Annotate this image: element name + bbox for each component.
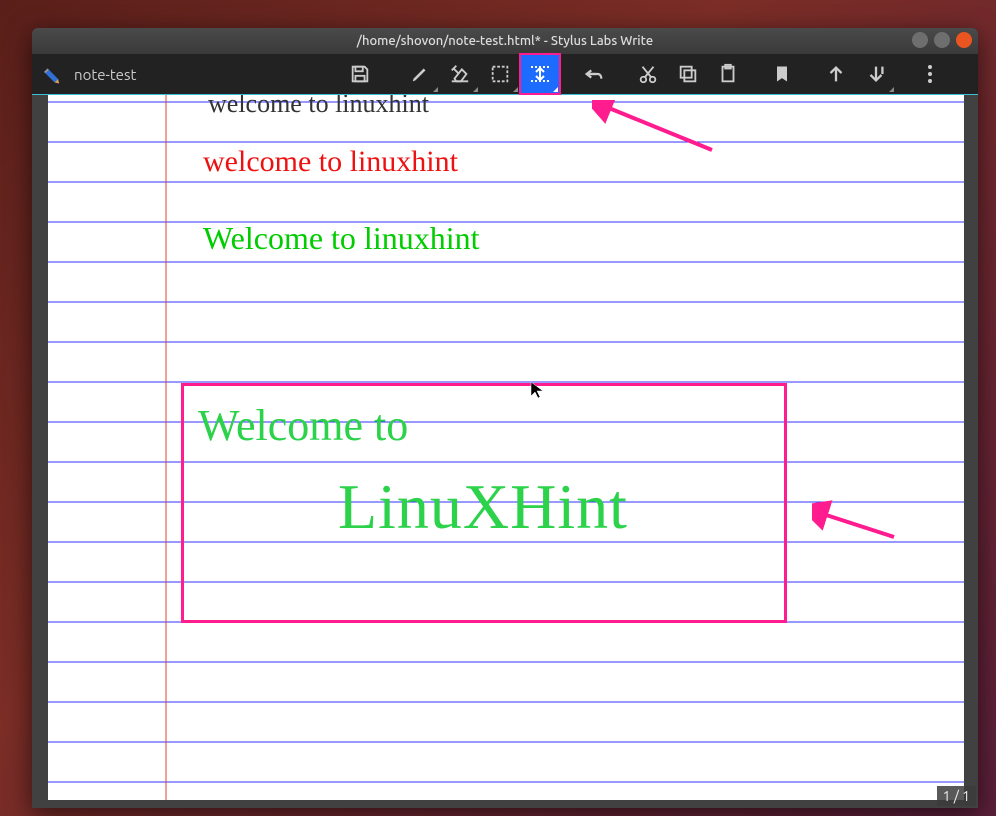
page-counter: 1 / 1 [937, 786, 976, 806]
select-tool-button[interactable] [480, 54, 520, 94]
menu-button[interactable] [910, 54, 950, 94]
paper[interactable]: welcome to linuxhint welcome to linuxhin… [48, 95, 964, 800]
close-button[interactable] [956, 32, 972, 48]
mouse-cursor-icon [530, 381, 544, 403]
handwriting-line-3: Welcome to linuxhint [203, 220, 479, 257]
prev-page-button[interactable] [816, 54, 856, 94]
chevron-down-icon [473, 87, 478, 92]
next-page-button[interactable] [856, 54, 896, 94]
eraser-tool-button[interactable] [440, 54, 480, 94]
svg-text:welcome to linuxhint: welcome to linuxhint [208, 95, 430, 118]
handwriting-selected-bottom: LinuXHint [338, 470, 628, 544]
undo-button[interactable] [574, 54, 614, 94]
minimize-button[interactable] [912, 32, 928, 48]
maximize-button[interactable] [934, 32, 950, 48]
cut-button[interactable] [628, 54, 668, 94]
handwriting-selected-top: Welcome to [198, 400, 408, 451]
pen-tool-button[interactable] [400, 54, 440, 94]
copy-button[interactable] [668, 54, 708, 94]
window-title: /home/shovon/note-test.html* - Stylus La… [357, 34, 653, 48]
app-window: /home/shovon/note-test.html* - Stylus La… [32, 28, 978, 808]
paste-button[interactable] [708, 54, 748, 94]
canvas-area[interactable]: welcome to linuxhint welcome to linuxhin… [32, 95, 978, 808]
handwriting-line-1: welcome to linuxhint [208, 95, 628, 125]
window-controls [912, 32, 972, 48]
chevron-down-icon [513, 87, 518, 92]
chevron-down-icon [433, 87, 438, 92]
chevron-down-icon [889, 87, 894, 92]
document-tab[interactable]: note-test [32, 54, 150, 94]
bookmark-button[interactable] [762, 54, 802, 94]
save-button[interactable] [340, 54, 380, 94]
handwriting-line-2: welcome to linuxhint [203, 145, 458, 179]
toolbar: note-test [32, 54, 978, 95]
document-name: note-test [74, 66, 136, 83]
chevron-down-icon [553, 87, 558, 92]
pencil-icon [42, 60, 70, 88]
titlebar: /home/shovon/note-test.html* - Stylus La… [32, 28, 978, 54]
insert-space-button[interactable] [520, 54, 560, 94]
